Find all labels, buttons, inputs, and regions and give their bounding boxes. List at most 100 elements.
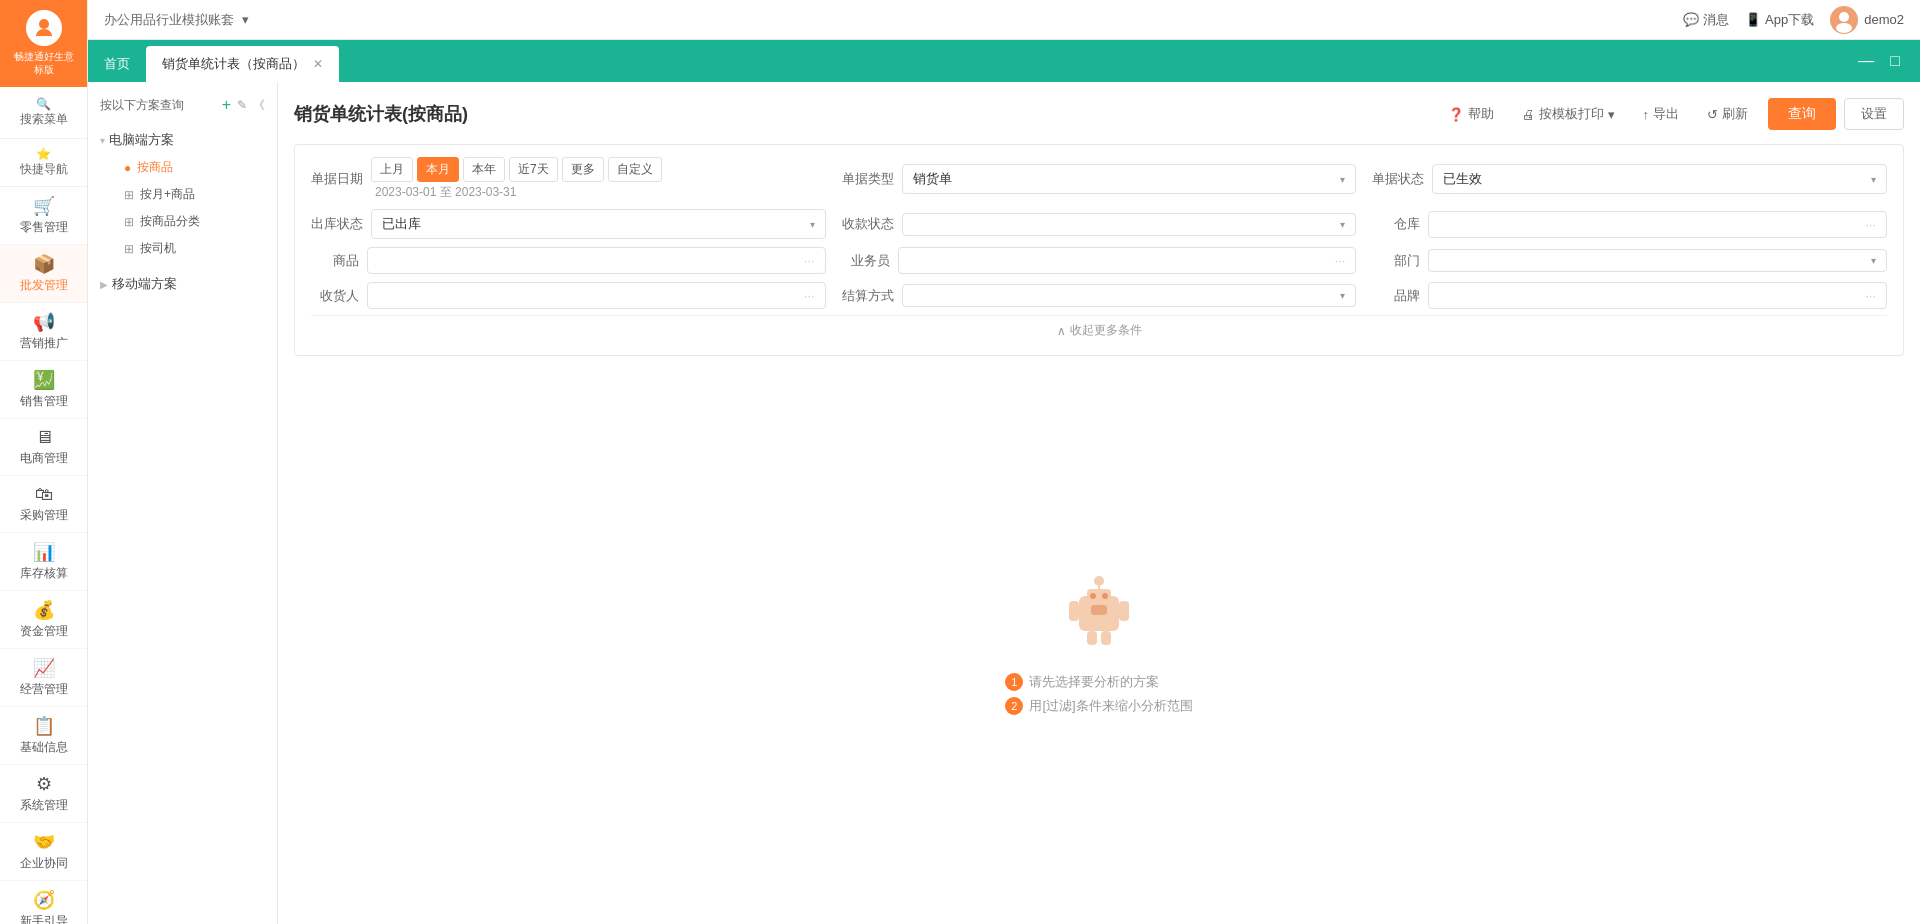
print-btn[interactable]: 🖨 按模板打印 ▾ (1514, 101, 1623, 127)
tab-close-icon[interactable]: ✕ (313, 57, 323, 71)
username: demo2 (1864, 12, 1904, 27)
doc-type-label: 单据类型 (842, 170, 894, 188)
sidebar-search[interactable]: 🔍 搜索菜单 (0, 87, 87, 139)
help-btn[interactable]: ❓ 帮助 (1440, 101, 1502, 127)
product-dots-icon: ··· (804, 253, 815, 268)
refresh-btn[interactable]: ↺ 刷新 (1699, 101, 1756, 127)
sidebar-item-ecommerce[interactable]: 🖥 电商管理 (0, 419, 87, 476)
sidebar-item-retail[interactable]: 🛒 零售管理 (0, 187, 87, 245)
expand-icon-mobile: ▶ (100, 279, 108, 290)
tip-num-2: 2 (1005, 697, 1023, 715)
export-label: 导出 (1653, 105, 1679, 123)
export-btn[interactable]: ↑ 导出 (1635, 101, 1688, 127)
filter-department: 部门 ▾ (1372, 249, 1887, 272)
app-download-btn[interactable]: 📱 App下载 (1745, 11, 1814, 29)
tree-item-by-category[interactable]: ⊞ 按商品分类 (88, 208, 277, 235)
inventory-label: 库存核算 (20, 565, 68, 582)
star-icon: ⭐ (36, 147, 51, 161)
receiver-control[interactable]: ··· (367, 282, 826, 309)
tip-2-text: 用[过滤]条件来缩小分析范围 (1029, 697, 1192, 715)
basic-label: 基础信息 (20, 739, 68, 756)
app-download-label: App下载 (1765, 11, 1814, 29)
filter-row-4: 收货人 ··· 结算方式 ▾ 品牌 (311, 282, 1887, 309)
tree-item-by-customer[interactable]: ⊞ 按司机 (88, 235, 277, 262)
sidebar-search-label: 搜索菜单 (20, 111, 68, 128)
doc-status-control[interactable]: 已生效 ▾ (1432, 164, 1887, 194)
date-btn-this-year[interactable]: 本年 (463, 157, 505, 182)
svg-rect-8 (1091, 605, 1107, 615)
date-btn-custom[interactable]: 自定义 (608, 157, 662, 182)
settings-btn[interactable]: 设置 (1844, 98, 1904, 130)
doc-type-dropdown-icon: ▾ (1340, 174, 1345, 185)
date-btn-more[interactable]: 更多 (562, 157, 604, 182)
sidebar-item-system[interactable]: ⚙ 系统管理 (0, 765, 87, 823)
sidebar-item-finance[interactable]: 💰 资金管理 (0, 591, 87, 649)
date-btn-this-month[interactable]: 本月 (417, 157, 459, 182)
expand-icon: ▾ (100, 135, 105, 146)
sidebar-item-inventory[interactable]: 📊 库存核算 (0, 533, 87, 591)
date-btn-7days[interactable]: 近7天 (509, 157, 558, 182)
content-area: 按以下方案查询 + ✎ 《 ▾ 电脑端方案 ● 按商品 ⊞ (88, 82, 1920, 924)
sidebar-quicknav-label: 快捷导航 (20, 161, 68, 178)
filter-area: 单据日期 上月 本月 本年 近7天 更多 自定义 2023-03-01 至 20… (294, 144, 1904, 356)
by-category-label: 按商品分类 (140, 213, 200, 230)
inventory-icon: 📊 (33, 541, 55, 563)
tab-home[interactable]: 首页 (88, 46, 146, 82)
brand-control[interactable]: ··· (1428, 282, 1887, 309)
sales-icon: 💹 (33, 369, 55, 391)
collapse-panel-btn[interactable]: 《 (253, 97, 265, 114)
filter-out-status: 出库状态 已出库 ▾ (311, 209, 826, 239)
sidebar-item-wholesale[interactable]: 📦 批发管理 (0, 245, 87, 303)
workspace-selector[interactable]: 办公用品行业模拟账套 ▾ (104, 11, 249, 29)
user-menu[interactable]: demo2 (1830, 6, 1904, 34)
sidebar-item-basic[interactable]: 📋 基础信息 (0, 707, 87, 765)
mobile-schemes-label: 移动端方案 (112, 275, 177, 293)
warehouse-control[interactable]: ··· (1428, 211, 1887, 238)
doc-type-control[interactable]: 销货单 ▾ (902, 164, 1357, 194)
sidebar-item-purchase[interactable]: 🛍 采购管理 (0, 476, 87, 533)
collapse-btn[interactable]: ∧ 收起更多条件 (311, 315, 1887, 343)
finance-icon: 💰 (33, 599, 55, 621)
svg-rect-12 (1101, 631, 1111, 645)
enterprise-label: 企业协同 (20, 855, 68, 872)
marketing-label: 营销推广 (20, 335, 68, 352)
tree-mobile-schemes[interactable]: ▶ 移动端方案 (88, 270, 277, 298)
warehouse-dots-icon: ··· (1865, 217, 1876, 232)
sidebar-item-guide[interactable]: 🧭 新手引导 (0, 881, 87, 924)
department-dropdown-icon: ▾ (1871, 255, 1876, 266)
add-scheme-btn[interactable]: + (222, 96, 231, 114)
window-minimize-btn[interactable]: — (1854, 48, 1878, 74)
sidebar-item-operations[interactable]: 📈 经营管理 (0, 649, 87, 707)
tree-item-by-month-product[interactable]: ⊞ 按月+商品 (88, 181, 277, 208)
window-maximize-btn[interactable]: □ (1886, 48, 1904, 74)
message-btn[interactable]: 💬 消息 (1683, 11, 1729, 29)
empty-state: 1 请先选择要分析的方案 2 用[过滤]条件来缩小分析范围 (294, 368, 1904, 908)
brand-label: 品牌 (1372, 287, 1420, 305)
salesperson-control[interactable]: ··· (898, 247, 1357, 274)
date-btn-last-month[interactable]: 上月 (371, 157, 413, 182)
product-control[interactable]: ··· (367, 247, 826, 274)
export-icon: ↑ (1643, 107, 1650, 122)
wholesale-icon: 📦 (33, 253, 55, 275)
sidebar-item-enterprise[interactable]: 🤝 企业协同 (0, 823, 87, 881)
out-status-control[interactable]: 已出库 ▾ (371, 209, 826, 239)
tab-sales-stat[interactable]: 销货单统计表（按商品） ✕ (146, 46, 339, 82)
system-label: 系统管理 (20, 797, 68, 814)
sidebar-item-marketing[interactable]: 📢 营销推广 (0, 303, 87, 361)
help-icon: ❓ (1448, 107, 1464, 122)
collapse-arrow-icon: ∧ (1057, 324, 1066, 338)
doc-status-value: 已生效 (1443, 170, 1871, 188)
app-name: 畅捷通好生意 (14, 50, 74, 63)
tree-desktop-schemes[interactable]: ▾ 电脑端方案 (88, 126, 277, 154)
sidebar-quick-nav[interactable]: ⭐ 快捷导航 (0, 139, 87, 187)
payment-control[interactable]: ▾ (902, 284, 1357, 307)
collect-status-control[interactable]: ▾ (902, 213, 1357, 236)
query-btn[interactable]: 查询 (1768, 98, 1836, 130)
out-status-dropdown-icon: ▾ (810, 219, 815, 230)
edit-scheme-btn[interactable]: ✎ (237, 98, 247, 112)
tree-item-by-product[interactable]: ● 按商品 (88, 154, 277, 181)
tip-num-1: 1 (1005, 673, 1023, 691)
sidebar-item-sales[interactable]: 💹 销售管理 (0, 361, 87, 419)
date-label: 单据日期 (311, 170, 363, 188)
department-control[interactable]: ▾ (1428, 249, 1887, 272)
